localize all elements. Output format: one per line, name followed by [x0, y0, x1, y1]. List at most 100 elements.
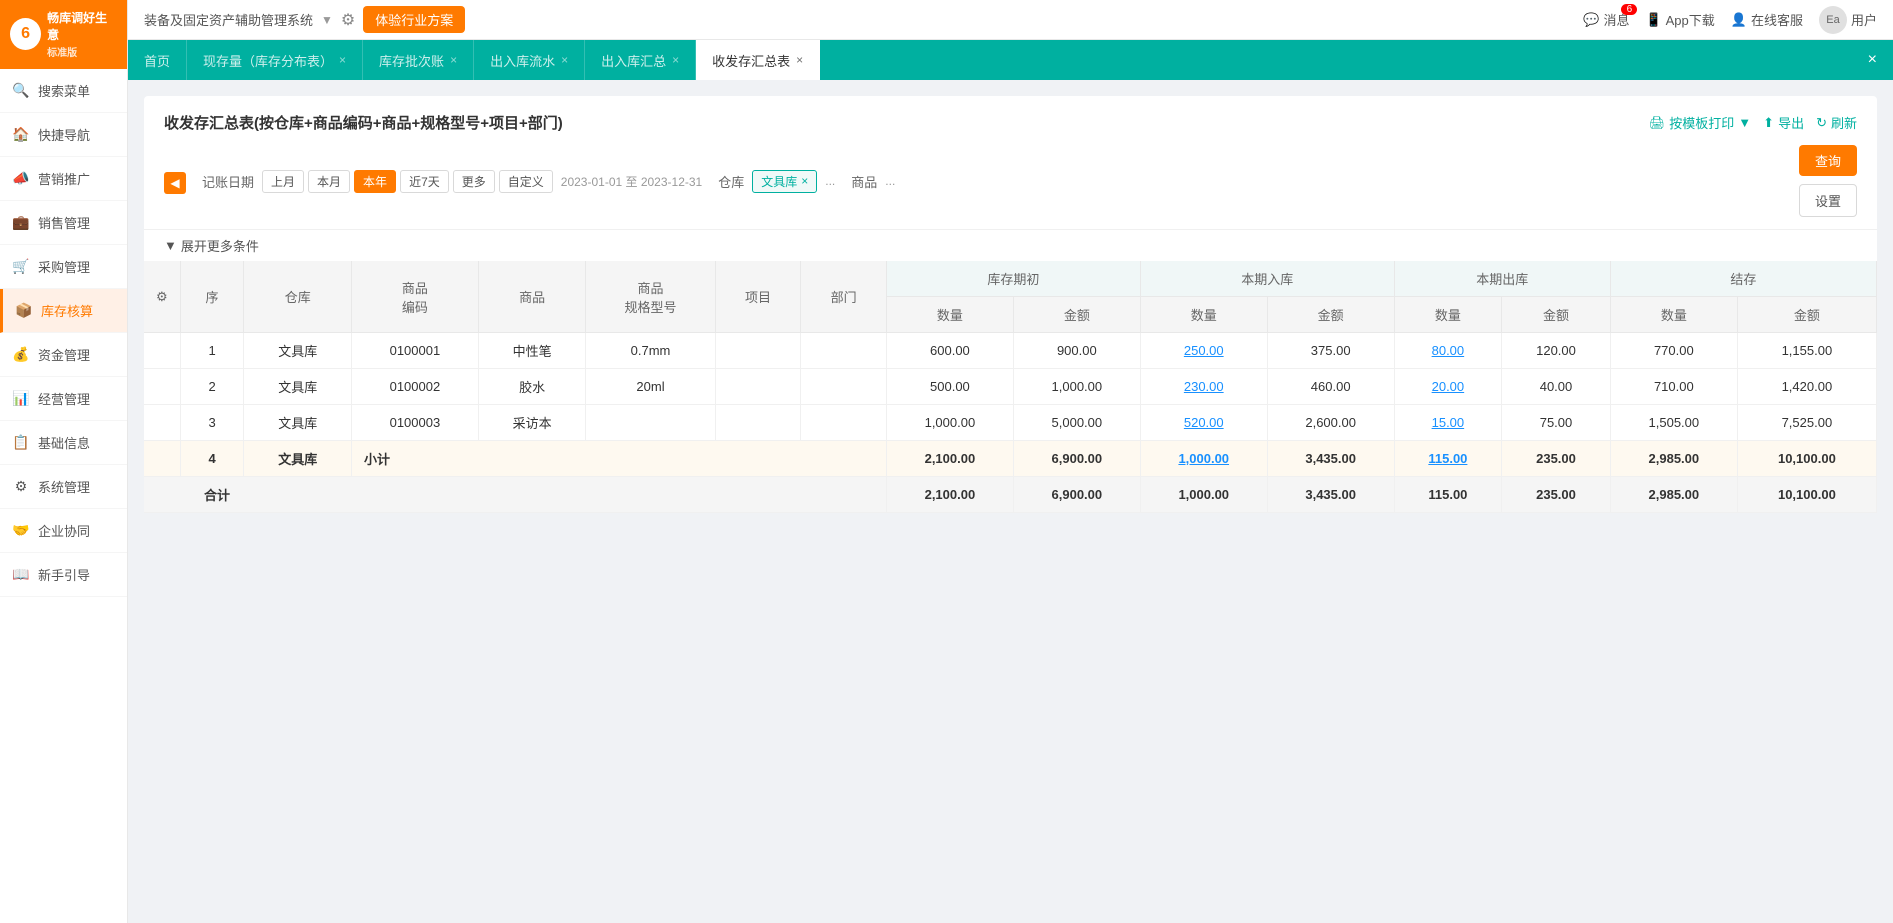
warehouse-more-btn[interactable]: ... [825, 174, 835, 188]
total-close-amt: 10,100.00 [1737, 477, 1876, 513]
row-settings [144, 369, 180, 405]
row-out-qty[interactable]: 80.00 [1394, 333, 1502, 369]
sidebar-item-basic[interactable]: 📋 基础信息 [0, 421, 127, 465]
date-btn-自定义[interactable]: 自定义 [499, 170, 553, 193]
row-project [715, 369, 801, 405]
row-in-qty[interactable]: 520.00 [1140, 405, 1267, 441]
row-goods-name: 采访本 [478, 405, 585, 441]
row-close-amt: 7,525.00 [1737, 405, 1876, 441]
tab-1[interactable]: 现存量（库存分布表） × [187, 40, 363, 80]
date-range-label: 2023-01-01 至 2023-12-31 [561, 173, 702, 190]
tab-label-4: 出入库汇总 [601, 51, 666, 70]
row-open-amt: 5,000.00 [1013, 405, 1140, 441]
quicknav-icon: 🏠 [12, 125, 30, 143]
user-btn[interactable]: Ea 用户 [1819, 6, 1877, 34]
total-in-amt: 3,435.00 [1267, 477, 1394, 513]
date-btn-本月[interactable]: 本月 [308, 170, 350, 193]
page-header: 收发存汇总表(按仓库+商品编码+商品+规格型号+项目+部门) 🖨 按模板打印 ▼… [144, 96, 1877, 133]
sidebar-item-quicknav[interactable]: 🏠 快捷导航 [0, 113, 127, 157]
tab-close-2[interactable]: × [450, 53, 457, 67]
sidebar-item-collab[interactable]: 🤝 企业协同 [0, 509, 127, 553]
col-warehouse-header: 仓库 [244, 261, 351, 333]
col-closing-header: 结存 [1610, 261, 1876, 297]
row-in-qty[interactable]: 230.00 [1140, 369, 1267, 405]
goods-more-btn[interactable]: ... [885, 174, 895, 188]
logo-icon: 6 [10, 18, 41, 50]
filter-collapse-btn[interactable]: ◀ [164, 172, 186, 194]
sidebar-item-inventory[interactable]: 📦 库存核算 [0, 289, 127, 333]
warehouse-tag[interactable]: 文具库 × [752, 170, 817, 193]
guide-icon: 📖 [12, 565, 30, 583]
app-download-btn[interactable]: 📱 App下载 [1645, 10, 1714, 29]
user-avatar: Ea [1819, 6, 1847, 34]
subtotal-out-amt: 235.00 [1502, 441, 1611, 477]
date-btn-上月[interactable]: 上月 [262, 170, 304, 193]
settings-button[interactable]: 设置 [1799, 184, 1857, 217]
row-open-qty: 500.00 [886, 369, 1013, 405]
row-goods-code: 0100003 [351, 405, 478, 441]
online-service-label: 在线客服 [1751, 10, 1803, 29]
date-btn-本年[interactable]: 本年 [354, 170, 396, 193]
expand-conditions-btn[interactable]: ▼ 展开更多条件 [144, 230, 1877, 261]
sidebar-item-finance[interactable]: 💰 资金管理 [0, 333, 127, 377]
goods-filter-label: 商品 [851, 172, 877, 191]
tab-close-5[interactable]: × [796, 53, 803, 67]
row-close-qty: 1,505.00 [1610, 405, 1737, 441]
refresh-btn[interactable]: ↻ 刷新 [1816, 113, 1857, 132]
search-icon: 🔍 [12, 81, 30, 99]
total-out-amt: 235.00 [1502, 477, 1611, 513]
sidebar-item-marketing[interactable]: 📣 营销推广 [0, 157, 127, 201]
date-btn-更多[interactable]: 更多 [453, 170, 495, 193]
sidebar-item-system[interactable]: ⚙ 系统管理 [0, 465, 127, 509]
col-in-qty-header: 数量 [1140, 297, 1267, 333]
system-dropdown-icon[interactable]: ▼ [321, 13, 333, 27]
tab-5[interactable]: 收发存汇总表× [696, 40, 820, 80]
warehouse-tag-close-icon[interactable]: × [801, 174, 808, 188]
row-out-qty[interactable]: 15.00 [1394, 405, 1502, 441]
row-warehouse: 文具库 [244, 333, 351, 369]
sidebar-item-sales[interactable]: 💼 销售管理 [0, 201, 127, 245]
row-out-amt: 40.00 [1502, 369, 1611, 405]
col-settings-header[interactable]: ⚙ [144, 261, 180, 333]
row-out-qty[interactable]: 20.00 [1394, 369, 1502, 405]
row-in-amt: 375.00 [1267, 333, 1394, 369]
tab-close-3[interactable]: × [561, 53, 568, 67]
topbar: 装备及固定资产辅助管理系统 ▼ ⚙ 体验行业方案 💬 消息 6 📱 App下载 … [128, 0, 1893, 40]
tab-2[interactable]: 库存批次账× [363, 40, 474, 80]
row-in-qty[interactable]: 250.00 [1140, 333, 1267, 369]
collab-icon: 🤝 [12, 521, 30, 539]
sidebar-item-purchase[interactable]: 🛒 采购管理 [0, 245, 127, 289]
sidebar-item-guide[interactable]: 📖 新手引导 [0, 553, 127, 597]
system-title: 装备及固定资产辅助管理系统 [144, 10, 313, 29]
topbar-settings-icon[interactable]: ⚙ [341, 10, 355, 30]
sidebar-item-label-search: 搜索菜单 [38, 81, 90, 100]
export-icon: ⬆ [1763, 115, 1774, 131]
tab-0[interactable]: 首页 [128, 40, 187, 80]
col-dept-header: 部门 [801, 261, 887, 333]
export-btn[interactable]: ⬆ 导出 [1763, 113, 1804, 132]
subtotal-label: 小计 [351, 441, 886, 477]
query-button[interactable]: 查询 [1799, 145, 1857, 176]
row-no: 3 [180, 405, 244, 441]
sidebar-item-search[interactable]: 🔍 搜索菜单 [0, 69, 127, 113]
message-badge: 6 [1621, 4, 1637, 15]
col-opening-amt-header: 金额 [1013, 297, 1140, 333]
sidebar-item-label-business: 经营管理 [38, 389, 90, 408]
total-open-qty: 2,100.00 [886, 477, 1013, 513]
tab-3[interactable]: 出入库流水× [474, 40, 585, 80]
data-table: ⚙ 序 仓库 商品编码 商品 商品规格型号 项目 部门 库存期初 本期入库 本期… [144, 261, 1877, 513]
row-settings [144, 333, 180, 369]
main-close-btn[interactable]: × [1852, 51, 1893, 69]
date-btn-近7天[interactable]: 近7天 [400, 170, 449, 193]
row-settings [144, 405, 180, 441]
online-service-btn[interactable]: 👤 在线客服 [1731, 10, 1803, 29]
tab-close-1[interactable]: × [339, 53, 346, 67]
tab-4[interactable]: 出入库汇总 × [585, 40, 696, 80]
trial-button[interactable]: 体验行业方案 [363, 6, 465, 33]
sidebar-item-business[interactable]: 📊 经营管理 [0, 377, 127, 421]
print-btn[interactable]: 🖨 按模板打印 ▼ [1649, 113, 1751, 132]
message-btn[interactable]: 💬 消息 6 [1583, 10, 1629, 29]
tab-close-4[interactable]: × [672, 53, 679, 67]
tab-label-1: 现存量（库存分布表） [203, 51, 333, 70]
total-label: 合计 [144, 477, 886, 513]
